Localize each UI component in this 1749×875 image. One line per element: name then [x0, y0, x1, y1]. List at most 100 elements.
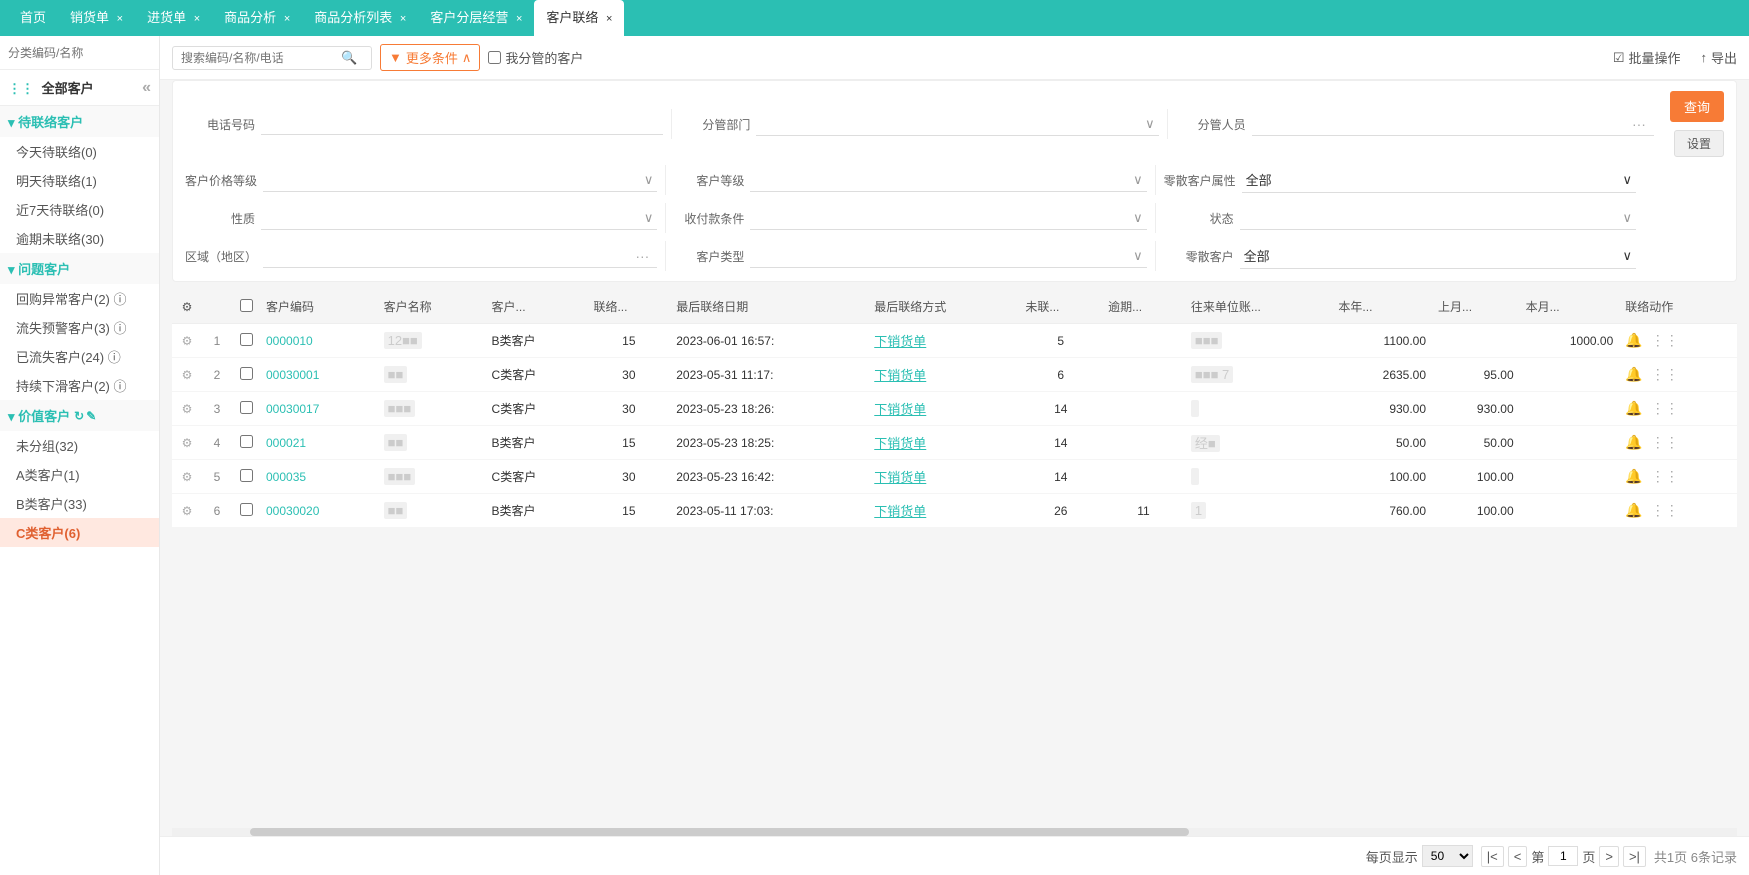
page-first-btn[interactable]: |<: [1481, 846, 1504, 867]
nav-product-analysis-close[interactable]: ×: [284, 13, 290, 25]
row-name[interactable]: ■■■: [378, 392, 486, 426]
search-input-wrap[interactable]: 🔍: [172, 46, 372, 70]
export-btn[interactable]: ↑ 导出: [1700, 48, 1737, 67]
sidebar-all-customers[interactable]: ⋮⋮ 全部客户 «: [0, 70, 159, 106]
sidebar-item-class-a[interactable]: A类客户(1): [0, 460, 159, 489]
nav-sales[interactable]: 销货单 ×: [58, 0, 135, 36]
action-contact-icon[interactable]: 🔔: [1625, 366, 1642, 383]
row-last-contact-method[interactable]: 下销货单: [868, 460, 1019, 494]
row-gear[interactable]: ⚙: [172, 426, 202, 460]
row-code[interactable]: 000021: [260, 426, 378, 460]
filter-more-btn[interactable]: ▼ 更多条件 ∧: [380, 44, 480, 71]
select-all-checkbox[interactable]: [240, 299, 253, 312]
sidebar-search-input[interactable]: [8, 46, 160, 60]
set-btn[interactable]: 设置: [1674, 130, 1724, 157]
row-check[interactable]: [232, 392, 260, 426]
row-checkbox[interactable]: [240, 367, 253, 380]
page-next-btn[interactable]: >: [1599, 846, 1619, 867]
row-checkbox[interactable]: [240, 401, 253, 414]
manager-ellipsis-btn[interactable]: ···: [1628, 116, 1650, 132]
filter-nature-select[interactable]: ∨: [261, 207, 657, 230]
row-code[interactable]: 00030001: [260, 358, 378, 392]
nav-home[interactable]: 首页: [8, 0, 58, 36]
sidebar-item-churn-warning[interactable]: 流失预警客户(3) ⓘ: [0, 313, 159, 342]
row-gear[interactable]: ⚙: [172, 392, 202, 426]
query-btn[interactable]: 查询: [1670, 91, 1724, 122]
sidebar-item-abnormal-repurchase[interactable]: 回购异常客户(2) ⓘ: [0, 284, 159, 313]
row-name[interactable]: ■■: [378, 426, 486, 460]
nav-customer-segment[interactable]: 客户分层经营 ×: [418, 0, 534, 36]
my-customers-checkbox[interactable]: [488, 51, 501, 64]
sidebar-item-unclassified[interactable]: 未分组(32): [0, 431, 159, 460]
filter-payment-select[interactable]: ∨: [750, 207, 1146, 230]
nav-customer-contact[interactable]: 客户联络 ×: [534, 0, 624, 36]
action-contact-icon[interactable]: 🔔: [1625, 400, 1642, 417]
search-input[interactable]: [181, 51, 341, 65]
filter-price-level-select[interactable]: ∨: [263, 169, 657, 192]
value-customers-edit[interactable]: ✎: [86, 409, 96, 423]
sidebar-item-tomorrow-contact[interactable]: 明天待联络(1): [0, 166, 159, 195]
action-contact-icon[interactable]: 🔔: [1625, 468, 1642, 485]
row-checkbox[interactable]: [240, 503, 253, 516]
action-more-icon[interactable]: ⋮⋮: [1651, 332, 1679, 349]
row-gear[interactable]: ⚙: [172, 460, 202, 494]
nav-sales-close[interactable]: ×: [117, 13, 123, 25]
row-last-contact-method[interactable]: 下销货单: [868, 494, 1019, 528]
sidebar-section-value-customers[interactable]: ▾ 价值客户 ↻ ✎: [0, 400, 159, 431]
my-customers-check[interactable]: 我分管的客户: [488, 48, 583, 67]
nav-purchase-close[interactable]: ×: [194, 13, 200, 25]
scroll-hint[interactable]: [172, 828, 1737, 836]
row-code[interactable]: 000035: [260, 460, 378, 494]
row-check[interactable]: [232, 494, 260, 528]
row-code[interactable]: 00030020: [260, 494, 378, 528]
row-code[interactable]: 0000010: [260, 324, 378, 358]
row-check[interactable]: [232, 324, 260, 358]
row-name[interactable]: 12■■: [378, 324, 486, 358]
region-ellipsis-btn[interactable]: ···: [631, 248, 653, 264]
search-icon[interactable]: 🔍: [341, 50, 357, 66]
row-check[interactable]: [232, 426, 260, 460]
action-more-icon[interactable]: ⋮⋮: [1651, 502, 1679, 519]
row-checkbox[interactable]: [240, 469, 253, 482]
value-customers-refresh[interactable]: ↻: [74, 409, 84, 423]
row-gear[interactable]: ⚙: [172, 358, 202, 392]
sidebar-item-today-contact[interactable]: 今天待联络(0): [0, 137, 159, 166]
nav-customer-segment-close[interactable]: ×: [516, 13, 522, 25]
action-contact-icon[interactable]: 🔔: [1625, 434, 1642, 451]
filter-customer-type-select[interactable]: ∨: [750, 245, 1146, 268]
nav-product-analysis-list[interactable]: 商品分析列表 ×: [302, 0, 418, 36]
page-input[interactable]: [1548, 846, 1578, 866]
action-contact-icon[interactable]: 🔔: [1625, 332, 1642, 349]
sidebar-item-overdue-contact[interactable]: 逾期未联络(30): [0, 224, 159, 253]
row-code[interactable]: 00030017: [260, 392, 378, 426]
action-more-icon[interactable]: ⋮⋮: [1651, 434, 1679, 451]
action-contact-icon[interactable]: 🔔: [1625, 502, 1642, 519]
col-check[interactable]: [232, 290, 260, 324]
row-checkbox[interactable]: [240, 435, 253, 448]
sidebar-item-class-c[interactable]: C类客户(6): [0, 518, 159, 547]
filter-customer-level-select[interactable]: ∨: [750, 169, 1146, 192]
filter-scattered-customer-select[interactable]: 全部 ∨: [1240, 243, 1636, 269]
nav-product-analysis-list-close[interactable]: ×: [400, 13, 406, 25]
filter-status-select[interactable]: ∨: [1240, 207, 1636, 230]
row-last-contact-method[interactable]: 下销货单: [868, 426, 1019, 460]
col-gear[interactable]: ⚙: [172, 290, 202, 324]
page-last-btn[interactable]: >|: [1623, 846, 1646, 867]
row-checkbox[interactable]: [240, 333, 253, 346]
page-size-dropdown[interactable]: 50 100 200: [1422, 845, 1473, 867]
row-name[interactable]: ■■: [378, 358, 486, 392]
action-more-icon[interactable]: ⋮⋮: [1651, 468, 1679, 485]
nav-customer-contact-close[interactable]: ×: [606, 13, 612, 25]
nav-purchase[interactable]: 进货单 ×: [135, 0, 212, 36]
row-check[interactable]: [232, 358, 260, 392]
action-more-icon[interactable]: ⋮⋮: [1651, 366, 1679, 383]
row-last-contact-method[interactable]: 下销货单: [868, 392, 1019, 426]
action-more-icon[interactable]: ⋮⋮: [1651, 400, 1679, 417]
sidebar-item-7days-contact[interactable]: 近7天待联络(0): [0, 195, 159, 224]
batch-op-btn[interactable]: ☑ 批量操作: [1613, 48, 1681, 67]
row-name[interactable]: ■■■: [378, 460, 486, 494]
row-gear[interactable]: ⚙: [172, 324, 202, 358]
filter-scattered-attr-select[interactable]: 全部 ∨: [1242, 167, 1636, 193]
row-last-contact-method[interactable]: 下销货单: [868, 358, 1019, 392]
page-prev-btn[interactable]: <: [1508, 846, 1528, 867]
